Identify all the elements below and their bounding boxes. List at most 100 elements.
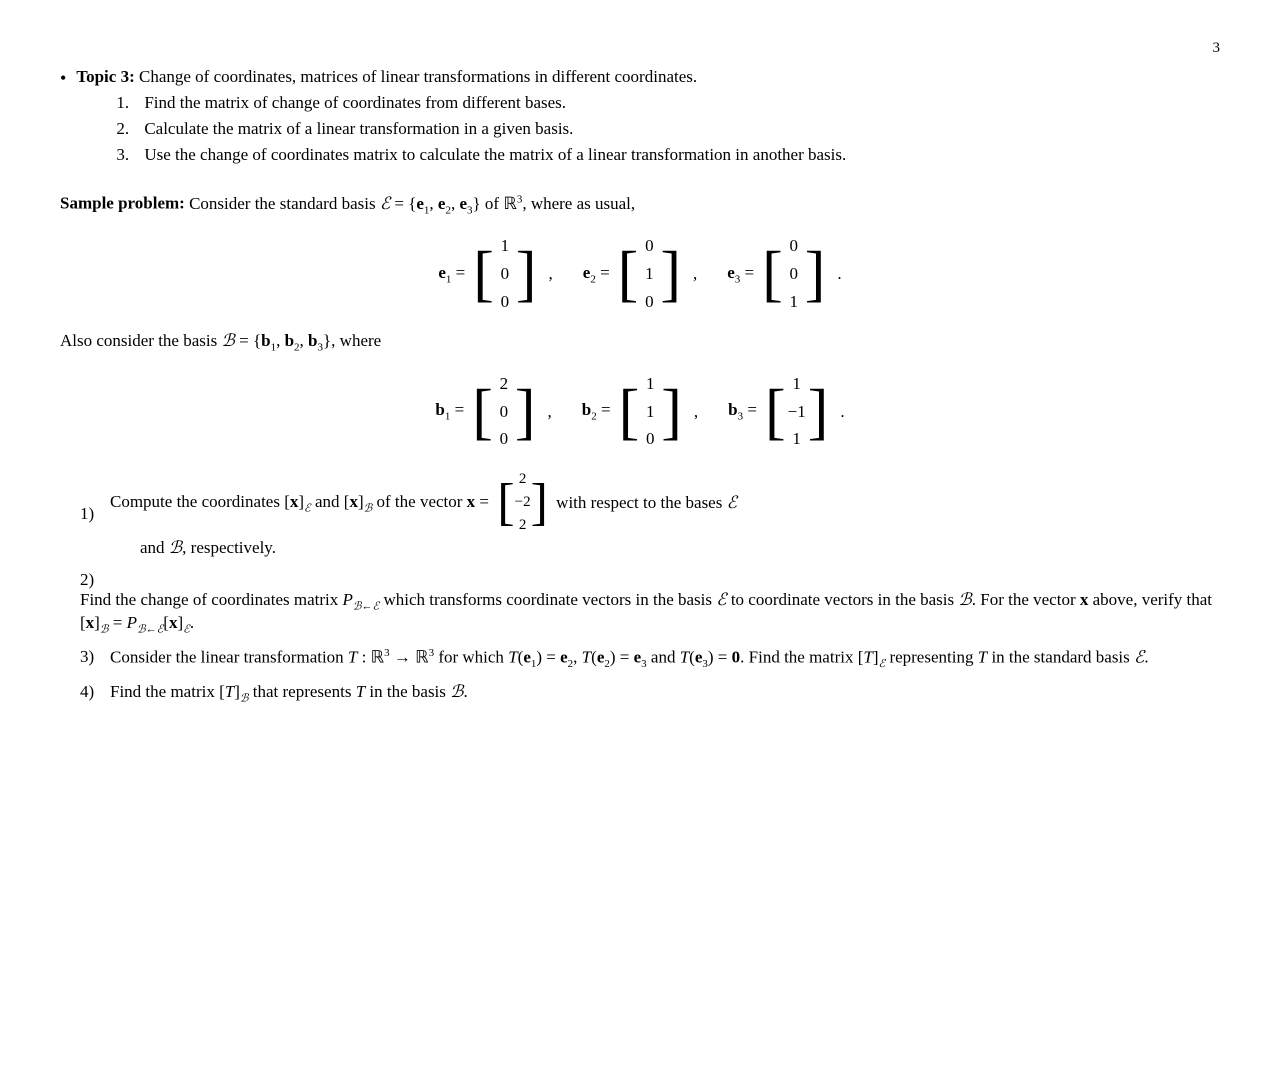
b1-cell-1: 2 xyxy=(495,372,513,396)
prob-num-1: 1) xyxy=(80,504,110,524)
sample-label: Sample problem: xyxy=(60,194,185,213)
prob-num-2: 2) xyxy=(80,570,110,590)
e1-cell-2: 0 xyxy=(496,262,514,286)
b3-bracket-left: [ xyxy=(765,381,786,443)
b3-cell-2: −1 xyxy=(788,400,806,424)
e1-expr: e1 = [ 1 0 0 ] , xyxy=(438,234,552,313)
b-vectors-row: b1 = [ 2 0 0 ] , b2 = [ 1 1 0 ] , b3 = xyxy=(60,372,1220,451)
prob-4-content: Find the matrix [T]ℬ that represents T i… xyxy=(110,682,468,704)
topic-numbered-list: 1. Find the matrix of change of coordina… xyxy=(116,93,846,165)
b3-matrix: [ 1 −1 1 ] xyxy=(765,372,828,451)
problems-list: 1) Compute the coordinates [x]ℰ and [x]ℬ… xyxy=(80,469,1220,704)
b1-comma: , xyxy=(548,402,552,422)
num-1: 1. xyxy=(116,93,144,113)
item-2-text: Calculate the matrix of a linear transfo… xyxy=(144,119,573,139)
b1-expr: b1 = [ 2 0 0 ] , xyxy=(435,372,551,451)
b2-label: b2 = xyxy=(582,400,611,422)
e1-bracket-right: ] xyxy=(516,243,537,305)
b2-cell-2: 1 xyxy=(641,400,659,424)
e2-cell-1: 0 xyxy=(640,234,658,258)
b3-cell-1: 1 xyxy=(788,372,806,396)
problem-1: 1) Compute the coordinates [x]ℰ and [x]ℬ… xyxy=(80,469,1220,558)
numbered-item-3: 3. Use the change of coordinates matrix … xyxy=(116,145,846,165)
e2-col: 0 1 0 xyxy=(640,234,658,313)
also-consider: Also consider the basis ℬ = {b1, b2, b3}… xyxy=(60,331,1220,353)
e1-cell-1: 1 xyxy=(496,234,514,258)
e3-matrix: [ 0 0 1 ] xyxy=(762,234,825,313)
e1-bracket-left: [ xyxy=(473,243,494,305)
prob-1-text-before: Compute the coordinates [x]ℰ and [x]ℬ of… xyxy=(110,492,493,514)
num-2: 2. xyxy=(116,119,144,139)
e3-dot: . xyxy=(837,264,841,284)
topic-description: Change of coordinates, matrices of linea… xyxy=(139,67,697,86)
e2-bracket-left: [ xyxy=(618,243,639,305)
vx-cell-3: 2 xyxy=(515,515,531,537)
b2-matrix: [ 1 1 0 ] xyxy=(619,372,682,451)
prob-3-content: Consider the linear transformation T : ℝ… xyxy=(110,647,1149,670)
problem-3: 3) Consider the linear transformation T … xyxy=(80,647,1220,670)
e1-matrix: [ 1 0 0 ] xyxy=(473,234,536,313)
e1-cell-3: 0 xyxy=(496,290,514,314)
bullet-dot: • xyxy=(60,68,66,89)
numbered-item-2: 2. Calculate the matrix of a linear tran… xyxy=(116,119,846,139)
numbered-item-1: 1. Find the matrix of change of coordina… xyxy=(116,93,846,113)
e1-comma: , xyxy=(549,264,553,284)
b2-cell-3: 0 xyxy=(641,427,659,451)
problem-4: 4) Find the matrix [T]ℬ that represents … xyxy=(80,682,1220,704)
b2-col: 1 1 0 xyxy=(641,372,659,451)
e3-cell-3: 1 xyxy=(785,290,803,314)
e1-col: 1 0 0 xyxy=(496,234,514,313)
b1-matrix: [ 2 0 0 ] xyxy=(472,372,535,451)
b2-cell-1: 1 xyxy=(641,372,659,396)
b2-bracket-left: [ xyxy=(619,381,640,443)
b2-expr: b2 = [ 1 1 0 ] , xyxy=(582,372,698,451)
e2-comma: , xyxy=(693,264,697,284)
page-number: 3 xyxy=(60,40,1220,57)
vx-bracket-left: [ xyxy=(497,477,514,529)
e2-bracket-right: ] xyxy=(660,243,681,305)
e3-expr: e3 = [ 0 0 1 ] . xyxy=(727,234,841,313)
vx-bracket-right: ] xyxy=(531,477,548,529)
sample-problem: Sample problem: Consider the standard ba… xyxy=(60,193,1220,216)
b1-cell-2: 0 xyxy=(495,400,513,424)
b2-bracket-right: ] xyxy=(661,381,682,443)
sample-intro: Consider the standard basis ℰ = {e1, e2,… xyxy=(189,194,635,213)
e3-bracket-right: ] xyxy=(805,243,826,305)
b3-label: b3 = xyxy=(728,400,757,422)
b2-comma: , xyxy=(694,402,698,422)
topic-section: • Topic 3: Change of coordinates, matric… xyxy=(60,67,1220,171)
item-1-text: Find the matrix of change of coordinates… xyxy=(144,93,566,113)
e2-cell-3: 0 xyxy=(640,290,658,314)
b3-col: 1 −1 1 xyxy=(788,372,806,451)
vx-col: 2 −2 2 xyxy=(515,469,531,536)
b1-bracket-right: ] xyxy=(515,381,536,443)
b3-bracket-right: ] xyxy=(808,381,829,443)
b3-dot: . xyxy=(840,402,844,422)
e2-matrix: [ 0 1 0 ] xyxy=(618,234,681,313)
e1-label: e1 = xyxy=(438,263,465,285)
vx-cell-1: 2 xyxy=(515,469,531,491)
e2-label: e2 = xyxy=(583,263,610,285)
e3-cell-1: 0 xyxy=(785,234,803,258)
b3-cell-3: 1 xyxy=(788,427,806,451)
e3-bracket-left: [ xyxy=(762,243,783,305)
prob-2-content: Find the change of coordinates matrix Pℬ… xyxy=(80,590,1220,635)
b1-cell-3: 0 xyxy=(495,427,513,451)
e-vectors-row: e1 = [ 1 0 0 ] , e2 = [ 0 1 0 ] , e3 = xyxy=(60,234,1220,313)
num-3: 3. xyxy=(116,145,144,165)
e2-cell-2: 1 xyxy=(640,262,658,286)
item-3-text: Use the change of coordinates matrix to … xyxy=(144,145,846,165)
e3-col: 0 0 1 xyxy=(785,234,803,313)
vector-x: [ 2 −2 2 ] xyxy=(497,469,548,536)
prob-1-text-after: with respect to the bases ℰ xyxy=(552,493,737,513)
prob-num-3: 3) xyxy=(80,647,110,667)
b3-expr: b3 = [ 1 −1 1 ] . xyxy=(728,372,844,451)
b1-col: 2 0 0 xyxy=(495,372,513,451)
b1-label: b1 = xyxy=(435,400,464,422)
vx-cell-2: −2 xyxy=(515,492,531,514)
prob-1-content: Compute the coordinates [x]ℰ and [x]ℬ of… xyxy=(110,469,737,558)
b1-bracket-left: [ xyxy=(472,381,493,443)
prob-1-continuation: and ℬ, respectively. xyxy=(140,538,737,558)
prob-num-4: 4) xyxy=(80,682,110,702)
topic-label: Topic 3: xyxy=(76,67,134,86)
